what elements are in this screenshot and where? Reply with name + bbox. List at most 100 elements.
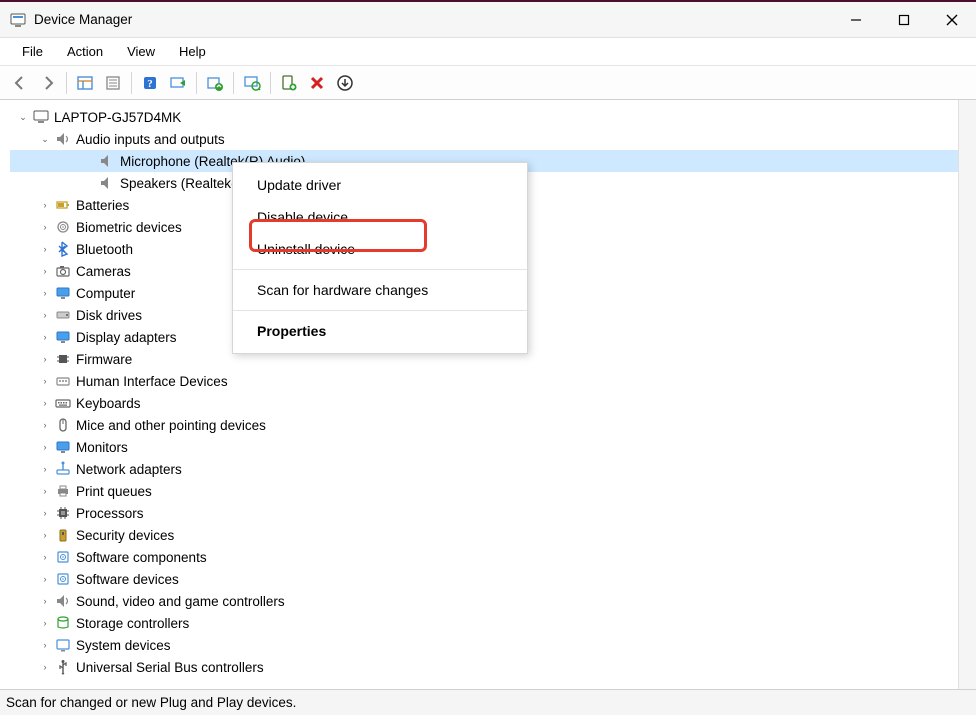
expand-icon[interactable]: ›	[38, 396, 52, 410]
device-tree[interactable]: ⌄ LAPTOP-GJ57D4MK ⌄ Audio inputs and out…	[0, 100, 958, 689]
expand-icon[interactable]: ›	[38, 330, 52, 344]
category-label: Cameras	[76, 264, 131, 279]
window-controls	[832, 2, 976, 38]
category-label: Storage controllers	[76, 616, 189, 631]
tree-category[interactable]: › Mice and other pointing devices	[10, 414, 958, 436]
tree-category[interactable]: › Print queues	[10, 480, 958, 502]
ctx-properties[interactable]: Properties	[233, 315, 527, 347]
show-hide-tree-button[interactable]	[71, 69, 99, 97]
expand-icon[interactable]: ›	[38, 550, 52, 564]
scan-hardware-button[interactable]	[238, 69, 266, 97]
category-label: Universal Serial Bus controllers	[76, 660, 264, 675]
category-label: Mice and other pointing devices	[76, 418, 266, 433]
tree-category[interactable]: › System devices	[10, 634, 958, 656]
speaker-icon	[98, 152, 116, 170]
category-label: Print queues	[76, 484, 152, 499]
tree-category-audio[interactable]: ⌄ Audio inputs and outputs	[10, 128, 958, 150]
toolbar-separator	[196, 72, 197, 94]
add-driver-button[interactable]	[331, 69, 359, 97]
tree-category[interactable]: › Storage controllers	[10, 612, 958, 634]
expand-icon[interactable]: ›	[38, 506, 52, 520]
expand-icon[interactable]: ›	[38, 308, 52, 322]
expand-icon[interactable]: ›	[38, 440, 52, 454]
bluetooth-icon	[54, 240, 72, 258]
tree-category[interactable]: ›Processors	[10, 502, 958, 524]
toolbar: ?	[0, 66, 976, 100]
security-icon	[54, 526, 72, 544]
menu-help[interactable]: Help	[167, 40, 218, 63]
menu-view[interactable]: View	[115, 40, 167, 63]
battery-icon	[54, 196, 72, 214]
ctx-scan-hardware[interactable]: Scan for hardware changes	[233, 274, 527, 306]
menu-file[interactable]: File	[10, 40, 55, 63]
category-label: Human Interface Devices	[76, 374, 228, 389]
expand-icon[interactable]: ›	[38, 418, 52, 432]
nav-back-button[interactable]	[6, 69, 34, 97]
expand-icon[interactable]: ›	[38, 660, 52, 674]
category-label: Computer	[76, 286, 135, 301]
nav-forward-button[interactable]	[34, 69, 62, 97]
expand-icon[interactable]: ›	[38, 264, 52, 278]
tree-category[interactable]: ›Sound, video and game controllers	[10, 590, 958, 612]
toolbar-separator	[270, 72, 271, 94]
main-area: ⌄ LAPTOP-GJ57D4MK ⌄ Audio inputs and out…	[0, 100, 976, 689]
category-label: Firmware	[76, 352, 132, 367]
expand-icon[interactable]: ›	[38, 198, 52, 212]
printer-icon	[54, 482, 72, 500]
expand-icon[interactable]: ›	[38, 286, 52, 300]
chip-icon	[54, 350, 72, 368]
collapse-icon[interactable]: ⌄	[16, 110, 30, 124]
close-button[interactable]	[928, 2, 976, 38]
expand-icon[interactable]: ›	[38, 462, 52, 476]
properties-button[interactable]	[99, 69, 127, 97]
category-label: Software devices	[76, 572, 179, 587]
toolbar-separator	[66, 72, 67, 94]
ctx-uninstall-device[interactable]: Uninstall device	[233, 233, 527, 265]
tree-category[interactable]: ›Monitors	[10, 436, 958, 458]
tree-root[interactable]: ⌄ LAPTOP-GJ57D4MK	[10, 106, 958, 128]
titlebar: Device Manager	[0, 2, 976, 38]
sound-icon	[54, 592, 72, 610]
enable-device-button[interactable]	[164, 69, 192, 97]
tree-category[interactable]: › Security devices	[10, 524, 958, 546]
expand-icon[interactable]: ›	[38, 374, 52, 388]
menu-action[interactable]: Action	[55, 40, 115, 63]
minimize-button[interactable]	[832, 2, 880, 38]
expand-icon[interactable]: ›	[38, 594, 52, 608]
speaker-icon	[98, 174, 116, 192]
expand-icon[interactable]: ›	[38, 484, 52, 498]
category-label: Bluetooth	[76, 242, 133, 257]
expand-icon[interactable]: ›	[38, 638, 52, 652]
category-label: System devices	[76, 638, 171, 653]
toolbar-separator	[131, 72, 132, 94]
uninstall-device-button[interactable]	[303, 69, 331, 97]
category-label: Security devices	[76, 528, 174, 543]
tree-category[interactable]: ›Keyboards	[10, 392, 958, 414]
ctx-update-driver[interactable]: Update driver	[233, 169, 527, 201]
collapse-icon[interactable]: ⌄	[38, 132, 52, 146]
vertical-scrollbar[interactable]	[958, 100, 976, 689]
monitor-icon	[54, 284, 72, 302]
expand-icon[interactable]: ›	[38, 528, 52, 542]
add-legacy-button[interactable]	[275, 69, 303, 97]
tree-category[interactable]: › Software devices	[10, 568, 958, 590]
expand-icon[interactable]: ›	[38, 352, 52, 366]
tree-category[interactable]: ›Network adapters	[10, 458, 958, 480]
ctx-separator	[233, 269, 527, 270]
svg-text:?: ?	[147, 78, 153, 90]
tree-category[interactable]: ›Software components	[10, 546, 958, 568]
expand-icon[interactable]: ›	[38, 242, 52, 256]
expand-icon[interactable]: ›	[38, 616, 52, 630]
ctx-disable-device[interactable]: Disable device	[233, 201, 527, 233]
update-driver-button[interactable]	[201, 69, 229, 97]
expand-icon[interactable]: ›	[38, 220, 52, 234]
app-icon	[10, 12, 26, 28]
expand-icon[interactable]: ›	[38, 572, 52, 586]
tree-category[interactable]: › Universal Serial Bus controllers	[10, 656, 958, 678]
window-title: Device Manager	[34, 12, 132, 27]
tree-category[interactable]: › Human Interface Devices	[10, 370, 958, 392]
maximize-button[interactable]	[880, 2, 928, 38]
computer-icon	[32, 108, 50, 126]
category-label: Batteries	[76, 198, 129, 213]
help-button[interactable]: ?	[136, 69, 164, 97]
